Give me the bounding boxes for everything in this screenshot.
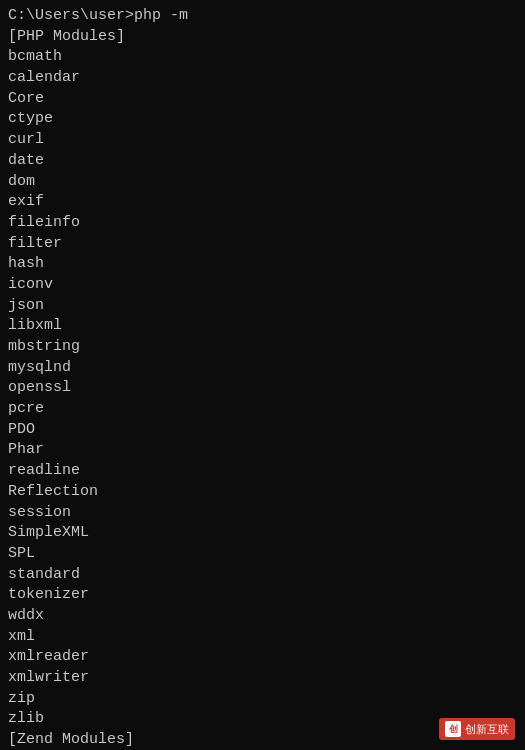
output-line: SimpleXML (8, 523, 517, 544)
output-line: filter (8, 234, 517, 255)
output-line: xmlreader (8, 647, 517, 668)
output-lines: [PHP Modules]bcmathcalendarCorectypecurl… (8, 27, 517, 750)
watermark-icon: 创 (445, 721, 461, 737)
output-line: Phar (8, 440, 517, 461)
output-line: readline (8, 461, 517, 482)
output-line: tokenizer (8, 585, 517, 606)
output-line: PDO (8, 420, 517, 441)
output-line: openssl (8, 378, 517, 399)
output-line: date (8, 151, 517, 172)
output-line: xmlwriter (8, 668, 517, 689)
output-line: [PHP Modules] (8, 27, 517, 48)
output-line: zip (8, 689, 517, 710)
output-line: Reflection (8, 482, 517, 503)
terminal-window: C:\Users\user>php -m [PHP Modules]bcmath… (0, 0, 525, 750)
output-line: hash (8, 254, 517, 275)
watermark-badge: 创 创新互联 (439, 718, 515, 740)
output-line: dom (8, 172, 517, 193)
output-line: pcre (8, 399, 517, 420)
output-line: SPL (8, 544, 517, 565)
output-line: exif (8, 192, 517, 213)
output-line: calendar (8, 68, 517, 89)
output-line: json (8, 296, 517, 317)
output-line: libxml (8, 316, 517, 337)
watermark-label: 创新互联 (465, 722, 509, 737)
output-line: ctype (8, 109, 517, 130)
output-line: iconv (8, 275, 517, 296)
output-line: session (8, 503, 517, 524)
command-line: C:\Users\user>php -m (8, 6, 517, 27)
output-line: xml (8, 627, 517, 648)
output-line: fileinfo (8, 213, 517, 234)
output-line: curl (8, 130, 517, 151)
output-line: mbstring (8, 337, 517, 358)
output-line: mysqlnd (8, 358, 517, 379)
output-line: wddx (8, 606, 517, 627)
output-line: standard (8, 565, 517, 586)
output-line: bcmath (8, 47, 517, 68)
output-line: Core (8, 89, 517, 110)
